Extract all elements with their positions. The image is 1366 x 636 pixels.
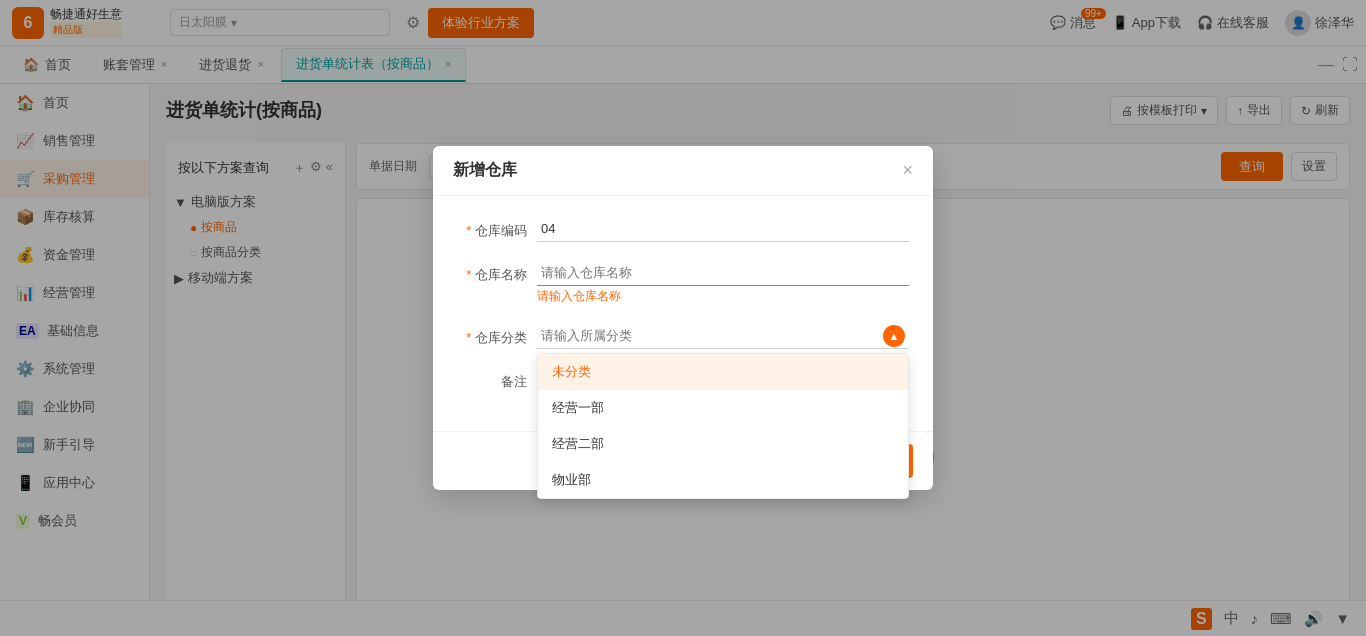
note-label: 备注 — [457, 367, 527, 391]
code-label: * 仓库编码 — [457, 216, 527, 240]
dialog-header: 新增仓库 × — [433, 146, 933, 196]
category-dropdown-list: 未分类 经营一部 经营二部 物业部 — [537, 353, 909, 499]
category-select-wrapper: ▲ 未分类 经营一部 经营二部 物业部 — [537, 323, 909, 349]
code-field — [537, 216, 909, 242]
code-input[interactable] — [537, 216, 909, 242]
category-label: * 仓库分类 — [457, 323, 527, 347]
category-field: ▲ 未分类 经营一部 经营二部 物业部 — [537, 323, 909, 349]
name-field-row: * 仓库名称 请输入仓库名称 — [457, 260, 909, 305]
modal-overlay: 新增仓库 × * 仓库编码 * 仓库名称 — [0, 0, 1366, 636]
name-error-msg: 请输入仓库名称 — [537, 288, 909, 305]
dropdown-item-dept3[interactable]: 物业部 — [538, 462, 908, 498]
dialog-title: 新增仓库 — [453, 160, 517, 181]
category-input[interactable] — [537, 323, 909, 349]
dialog-body: * 仓库编码 * 仓库名称 请输入仓库名称 — [433, 196, 933, 431]
name-input[interactable] — [537, 260, 909, 286]
dropdown-item-uncategorized[interactable]: 未分类 — [538, 354, 908, 390]
name-label: * 仓库名称 — [457, 260, 527, 284]
name-field: 请输入仓库名称 — [537, 260, 909, 305]
category-field-row: * 仓库分类 ▲ 未分类 经营一部 经营二部 物业部 — [457, 323, 909, 349]
dropdown-item-dept2[interactable]: 经营二部 — [538, 426, 908, 462]
dialog-close-button[interactable]: × — [902, 160, 913, 181]
code-field-row: * 仓库编码 — [457, 216, 909, 242]
category-dropdown-arrow[interactable]: ▲ — [883, 325, 905, 347]
new-warehouse-dialog: 新增仓库 × * 仓库编码 * 仓库名称 — [433, 146, 933, 490]
dropdown-item-dept1[interactable]: 经营一部 — [538, 390, 908, 426]
